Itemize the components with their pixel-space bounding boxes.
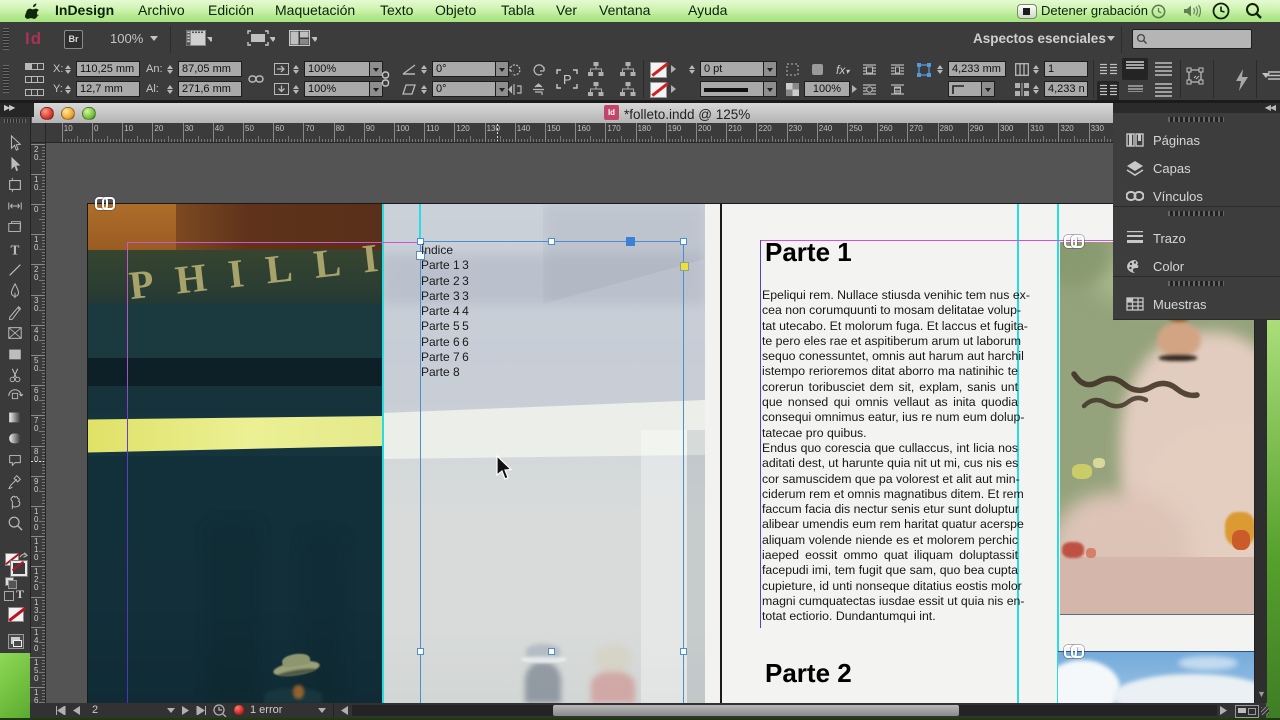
svg-text:P: P (563, 72, 572, 87)
svg-text:T: T (11, 242, 20, 257)
